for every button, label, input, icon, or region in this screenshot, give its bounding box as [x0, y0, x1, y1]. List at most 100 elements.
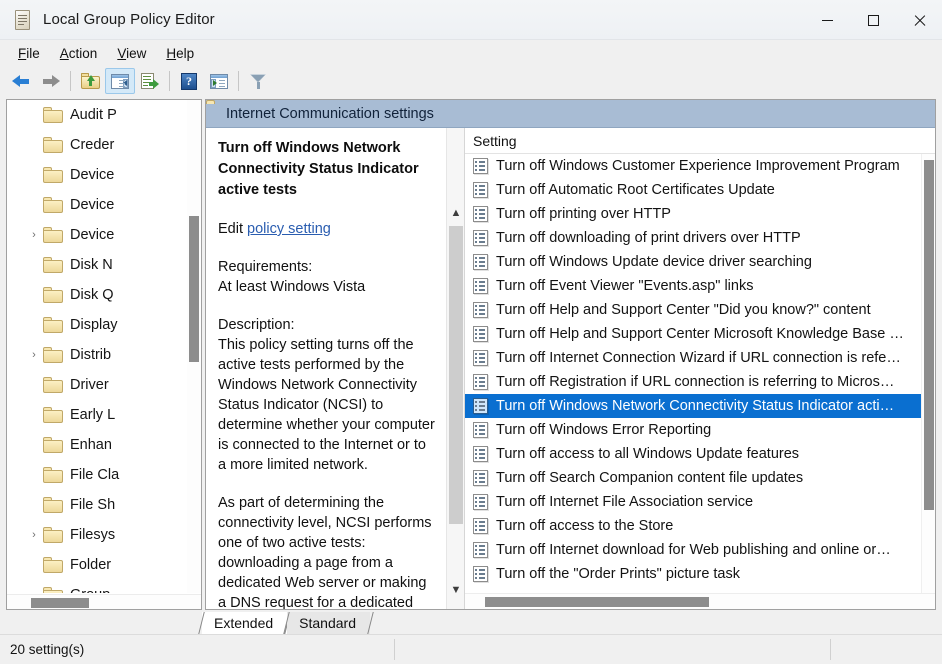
settings-row-label: Turn off downloading of print drivers ov…	[496, 230, 801, 246]
settings-row[interactable]: Turn off Windows Error Reporting	[465, 418, 935, 442]
tree-item[interactable]: Display	[7, 310, 187, 340]
folder-icon	[43, 227, 63, 243]
view-tab[interactable]: Extended	[202, 612, 287, 634]
column-header-setting[interactable]: Setting	[473, 133, 517, 149]
tree-item[interactable]: Folder	[7, 550, 187, 580]
tree-item[interactable]: › Filesys	[7, 520, 187, 550]
edit-label: Edit	[218, 221, 243, 237]
view-tab-strip: Extended Standard	[0, 610, 942, 634]
export-list-button[interactable]	[135, 68, 165, 94]
settings-row[interactable]: Turn off access to all Windows Update fe…	[465, 442, 935, 466]
tree-horizontal-scroll-thumb[interactable]	[31, 598, 89, 608]
tree-item[interactable]: Group	[7, 580, 187, 593]
settings-row[interactable]: Turn off Registration if URL connection …	[465, 370, 935, 394]
folder-icon	[43, 557, 63, 573]
menu-action[interactable]: Action	[50, 43, 108, 64]
local-group-policy-editor-window: Local Group Policy Editor File Action Vi…	[0, 0, 942, 664]
policy-setting-icon	[473, 182, 488, 198]
help-button[interactable]: ?	[174, 68, 204, 94]
chevron-right-icon[interactable]: ›	[25, 350, 43, 361]
view-tab[interactable]: Standard	[287, 612, 370, 634]
tree-item[interactable]: Device	[7, 160, 187, 190]
tree-item[interactable]: Driver	[7, 370, 187, 400]
settings-row[interactable]: Turn off Windows Update device driver se…	[465, 250, 935, 274]
tree-item[interactable]: Audit P	[7, 100, 187, 130]
settings-row[interactable]: Turn off Help and Support Center Microso…	[465, 322, 935, 346]
description-vertical-scrollbar[interactable]: ▲ ▼	[446, 128, 464, 609]
tree-item[interactable]: ›Distrib	[7, 340, 187, 370]
settings-row-label: Turn off Search Companion content file u…	[496, 470, 803, 486]
tree-item[interactable]: Disk N	[7, 250, 187, 280]
policy-setting-icon	[473, 350, 488, 366]
menu-help[interactable]: Help	[156, 43, 204, 64]
chevron-right-icon[interactable]: ›	[25, 530, 43, 541]
close-button[interactable]	[896, 0, 942, 40]
scroll-down-chevron-icon[interactable]: ▼	[447, 581, 465, 599]
tree-item-label: Disk N	[70, 257, 113, 273]
settings-row[interactable]: Turn off Internet Connection Wizard if U…	[465, 346, 935, 370]
show-hide-console-tree-button[interactable]	[105, 68, 135, 94]
tree-item[interactable]: File Cla	[7, 460, 187, 490]
title-bar: Local Group Policy Editor	[0, 0, 942, 40]
tree-item[interactable]: Early L	[7, 400, 187, 430]
tree-item-label: Filesys	[70, 527, 115, 543]
show-hide-action-pane-button[interactable]	[204, 68, 234, 94]
tree-item[interactable]: Enhan	[7, 430, 187, 460]
settings-row[interactable]: Turn off the "Order Prints" picture task	[465, 562, 935, 586]
settings-row[interactable]: Turn off Search Companion content file u…	[465, 466, 935, 490]
settings-row[interactable]: Turn off printing over HTTP	[465, 202, 935, 226]
description-label: Description:	[218, 315, 436, 335]
tree-item-label: Disk Q	[70, 287, 114, 303]
settings-row[interactable]: Turn off access to the Store	[465, 514, 935, 538]
settings-row[interactable]: Turn off Windows Customer Experience Imp…	[465, 154, 935, 178]
toolbar-separator-3	[238, 71, 239, 91]
edit-policy-setting-row: Edit policy setting	[218, 221, 436, 237]
settings-row[interactable]: Turn off Event Viewer "Events.asp" links	[465, 274, 935, 298]
tree-item[interactable]: File Sh	[7, 490, 187, 520]
up-one-level-button[interactable]	[75, 68, 105, 94]
tree-item[interactable]: Creder	[7, 130, 187, 160]
tree-item-label: File Sh	[70, 497, 115, 513]
tree-item[interactable]: Disk Q	[7, 280, 187, 310]
back-button[interactable]	[6, 68, 36, 94]
description-block: Description: This policy setting turns o…	[218, 315, 436, 475]
settings-row-label: Turn off Internet download for Web publi…	[496, 542, 891, 558]
filter-funnel-icon	[250, 73, 267, 89]
settings-row-label: Turn off access to the Store	[496, 518, 673, 534]
tree-item-label: Group	[70, 587, 110, 593]
policy-setting-link[interactable]: policy setting	[247, 221, 331, 237]
settings-horizontal-scroll-thumb[interactable]	[485, 597, 709, 607]
tree-item-label: Early L	[70, 407, 115, 423]
tree-horizontal-scrollbar[interactable]	[7, 594, 201, 609]
maximize-button[interactable]	[850, 0, 896, 40]
tree-vertical-scrollbar[interactable]	[187, 100, 201, 593]
policy-setting-icon	[473, 254, 488, 270]
description-scroll-thumb[interactable]	[449, 226, 463, 524]
back-arrow-icon	[12, 74, 30, 88]
settings-row[interactable]: Turn off Internet File Association servi…	[465, 490, 935, 514]
settings-row[interactable]: Turn off downloading of print drivers ov…	[465, 226, 935, 250]
view-tab-label: Standard	[299, 615, 356, 631]
console-tree-pane[interactable]: Audit PCrederDeviceDevice›DeviceDisk NDi…	[6, 99, 202, 610]
settings-row[interactable]: Turn off Automatic Root Certificates Upd…	[465, 178, 935, 202]
settings-row[interactable]: Turn off Internet download for Web publi…	[465, 538, 935, 562]
scroll-up-chevron-icon[interactable]: ▲	[447, 204, 465, 222]
toolbar-separator-2	[169, 71, 170, 91]
folder-icon	[43, 377, 63, 393]
settings-vertical-scrollbar[interactable]	[921, 154, 935, 593]
tree-item[interactable]: › Device	[7, 220, 187, 250]
tree-item[interactable]: Device	[7, 190, 187, 220]
settings-row[interactable]: Turn off Help and Support Center "Did yo…	[465, 298, 935, 322]
settings-row[interactable]: Turn off Windows Network Connectivity St…	[465, 394, 935, 418]
settings-horizontal-scrollbar[interactable]	[465, 593, 935, 609]
tree-item-label: Device	[70, 227, 114, 243]
filter-button[interactable]	[243, 68, 273, 94]
settings-row-label: Turn off printing over HTTP	[496, 206, 671, 222]
settings-vertical-scroll-thumb[interactable]	[924, 160, 934, 510]
minimize-button[interactable]	[804, 0, 850, 40]
tree-vertical-scroll-thumb[interactable]	[189, 216, 199, 362]
forward-button[interactable]	[36, 68, 66, 94]
menu-file[interactable]: File	[8, 43, 50, 64]
menu-view[interactable]: View	[107, 43, 156, 64]
chevron-right-icon[interactable]: ›	[25, 230, 43, 241]
